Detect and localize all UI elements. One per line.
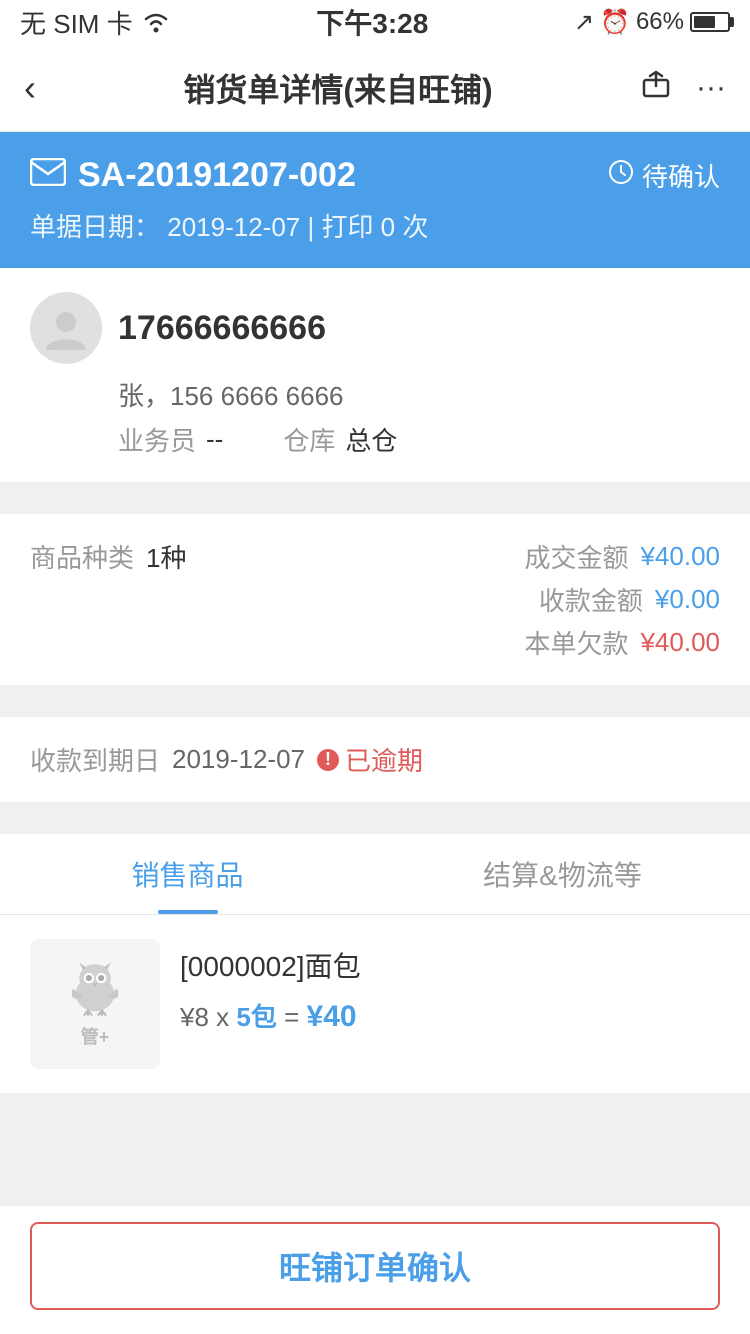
summary-amounts: 成交金额 ¥40.00 收款金额 ¥0.00 本单欠款 ¥40.00 [524, 538, 720, 661]
battery-percent: 66% [636, 8, 684, 36]
customer-section: 17666666666 张，156 6666 6666 业务员 -- 仓库 总仓 [0, 268, 750, 482]
summary-section: 商品种类 1种 成交金额 ¥40.00 收款金额 ¥0.00 本单欠款 ¥40.… [0, 514, 750, 685]
battery-icon [690, 12, 730, 32]
page-title: 销货单详情(来自旺铺) [183, 65, 492, 111]
product-price: ¥8 x 5包 = ¥40 [180, 997, 720, 1034]
overdue-icon: ! [317, 749, 339, 771]
product-name: [0000002]面包 [180, 945, 720, 985]
overdue-badge: ! 已逾期 [317, 741, 423, 778]
order-id: SA-20191207-002 [30, 156, 356, 195]
product-owl-logo: 管+ [60, 959, 130, 1049]
amount-label-1: 收款金额 [539, 581, 643, 618]
confirm-button[interactable]: 旺铺订单确认 [30, 1222, 720, 1310]
order-date: 单据日期： 2019-12-07 | 打印 0 次 [30, 207, 720, 244]
nav-bar: ‹ 销货单详情(来自旺铺) ··· [0, 44, 750, 132]
location-icon: ↗ [574, 8, 594, 37]
section-divider-3 [0, 818, 750, 834]
amount-value-1: ¥0.00 [655, 584, 720, 615]
clock-icon [608, 159, 634, 192]
tabs-row: 销售商品 结算&物流等 [0, 834, 750, 915]
category-label: 商品种类 [30, 538, 134, 575]
warehouse-value: 总仓 [345, 421, 397, 458]
tabs-section: 销售商品 结算&物流等 [0, 834, 750, 1093]
product-section: 管+ [0000002]面包 ¥8 x 5包 = ¥40 [0, 915, 750, 1093]
order-header: SA-20191207-002 待确认 单据日期： 2019-12-07 | 打… [0, 132, 750, 268]
amount-value-0: ¥40.00 [640, 541, 720, 572]
alarm-icon: ⏰ [600, 8, 630, 37]
warehouse-label: 仓库 [283, 421, 335, 458]
back-button[interactable]: ‹ [24, 67, 36, 109]
tab-sales-goods[interactable]: 销售商品 [0, 834, 375, 914]
status-time: 下午3:28 [316, 2, 428, 42]
status-text: 待确认 [642, 157, 720, 194]
customer-name: 张，156 6666 6666 [118, 376, 720, 413]
customer-phone: 17666666666 [118, 309, 326, 348]
section-divider-1 [0, 498, 750, 514]
due-section: 收款到期日 2019-12-07 ! 已逾期 [0, 717, 750, 802]
product-image: 管+ [30, 939, 160, 1069]
product-info: [0000002]面包 ¥8 x 5包 = ¥40 [180, 939, 720, 1034]
product-brand-label: 管+ [81, 1023, 110, 1049]
amount-label-0: 成交金额 [524, 538, 628, 575]
product-item: 管+ [0000002]面包 ¥8 x 5包 = ¥40 [30, 939, 720, 1069]
status-left: 无 SIM 卡 [20, 4, 171, 41]
order-status: 待确认 [608, 157, 720, 194]
bottom-bar: 旺铺订单确认 [0, 1206, 750, 1334]
more-icon[interactable]: ··· [696, 71, 726, 105]
due-date: 2019-12-07 [172, 744, 305, 775]
share-icon[interactable] [640, 68, 672, 108]
overdue-text: 已逾期 [345, 741, 423, 778]
category-value: 1种 [146, 538, 186, 575]
avatar [30, 292, 102, 364]
customer-meta: 业务员 -- 仓库 总仓 [118, 421, 720, 458]
status-right: ↗ ⏰ 66% [574, 8, 730, 37]
order-envelope-icon [30, 156, 66, 195]
status-bar: 无 SIM 卡 下午3:28 ↗ ⏰ 66% [0, 0, 750, 44]
nav-actions: ··· [640, 68, 726, 108]
amount-value-2: ¥40.00 [640, 627, 720, 658]
salesperson-label: 业务员 [118, 421, 196, 458]
product-quantity: 5包 [236, 1002, 284, 1032]
tab-settlement[interactable]: 结算&物流等 [375, 834, 750, 914]
amount-label-2: 本单欠款 [524, 624, 628, 661]
wifi-icon [141, 11, 171, 33]
carrier-text: 无 SIM 卡 [20, 4, 133, 41]
product-total: ¥40 [307, 1000, 357, 1033]
section-divider-2 [0, 701, 750, 717]
salesperson-value: -- [206, 424, 223, 455]
due-label: 收款到期日 [30, 741, 160, 778]
